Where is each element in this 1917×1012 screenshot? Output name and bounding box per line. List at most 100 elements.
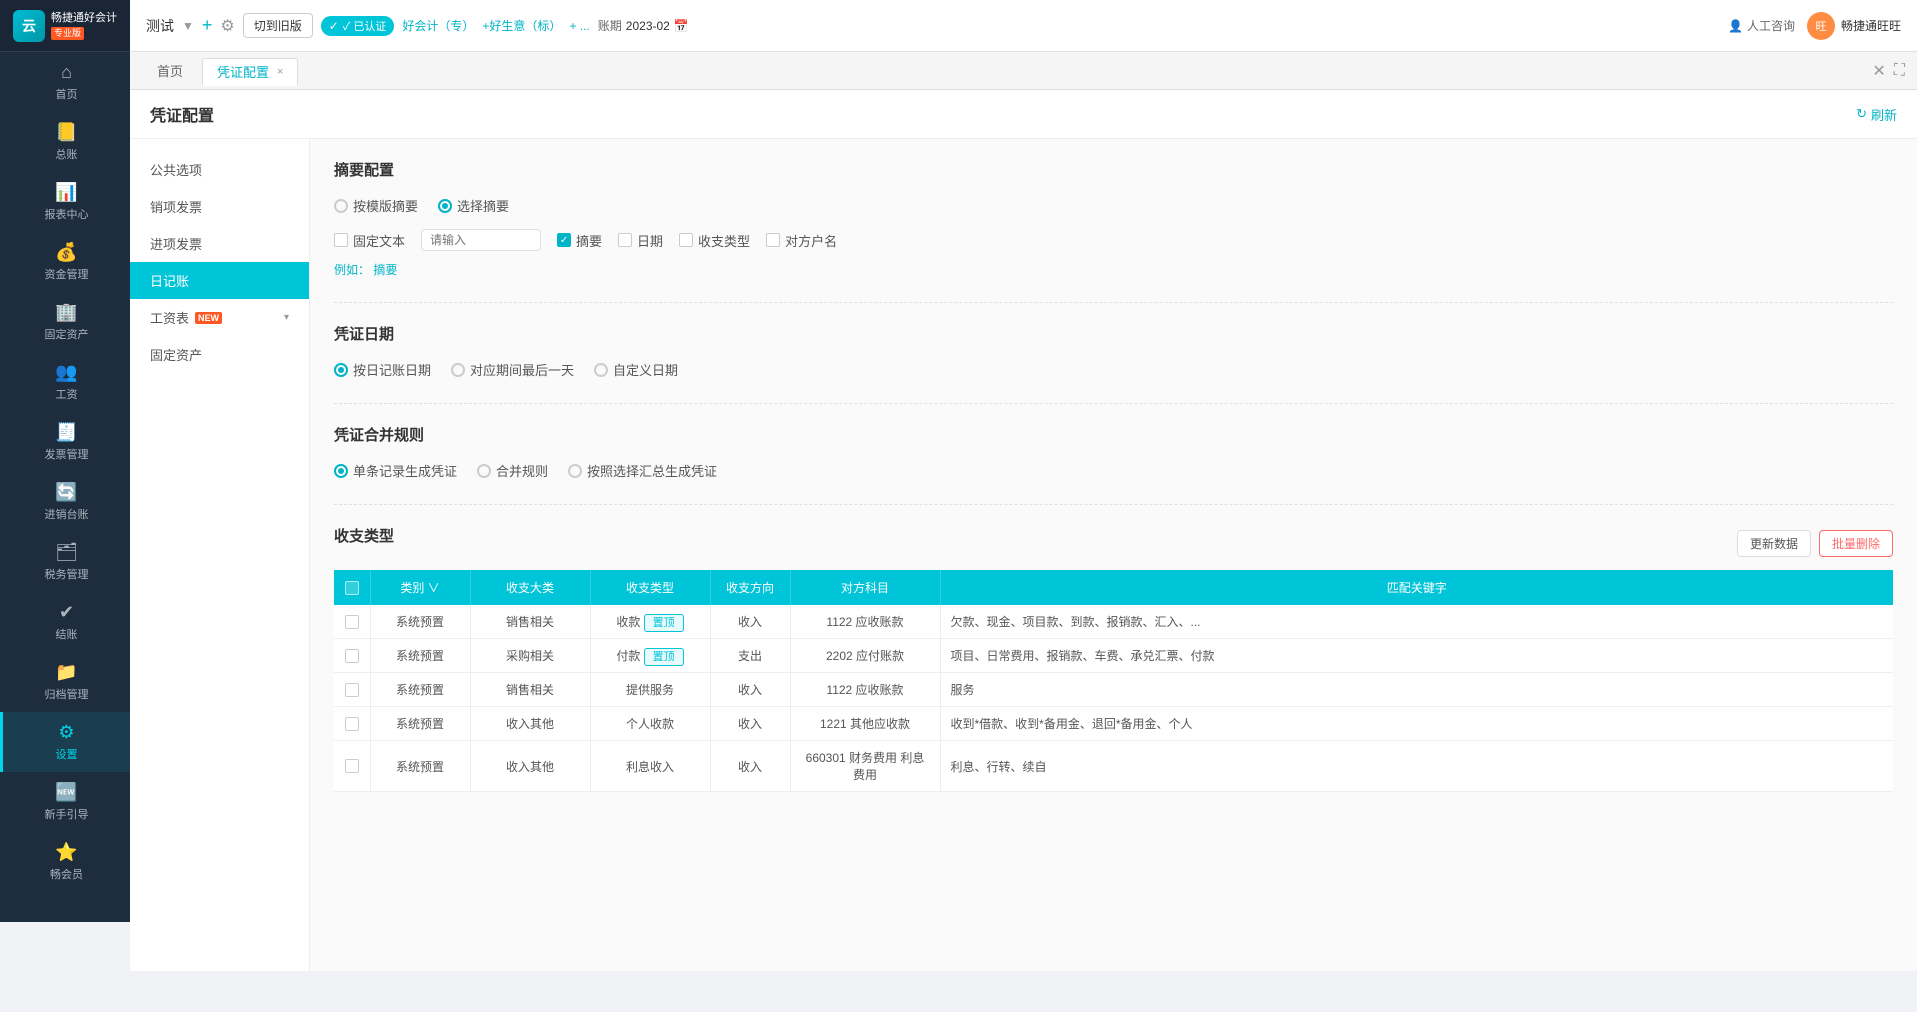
dropdown-arrow-icon[interactable]: ▼ (182, 19, 194, 33)
batch-delete-button[interactable]: 批量删除 (1819, 530, 1893, 557)
topbar-left: 测试 ▼ + ⚙ 切到旧版 ✓ ✓ 已认证 好会计（专） +好生意（标） + .… (146, 13, 1728, 38)
checkbox-fixed-text[interactable]: 固定文本 (334, 231, 405, 250)
sidebar-item-settlement[interactable]: ✔ 结账 (0, 592, 130, 652)
check-icon: ✓ (329, 19, 339, 33)
radio-period-last[interactable]: 对应期间最后一天 (451, 360, 574, 379)
sidebar-item-salary[interactable]: 👥 工资 (0, 352, 130, 412)
tab-voucher-config[interactable]: 凭证配置 × (202, 58, 298, 86)
sidebar-item-archive[interactable]: 📁 归档管理 (0, 652, 130, 712)
checkbox-box-counterpart (766, 233, 780, 247)
user-menu[interactable]: 旺 畅捷通旺旺 (1807, 12, 1901, 40)
row-bigtype: 收入其他 (470, 707, 590, 741)
checkbox-counterpart[interactable]: 对方户名 (766, 231, 837, 250)
reset-tag[interactable]: 置顶 (644, 614, 684, 632)
refresh-button[interactable]: ↻ 刷新 (1856, 105, 1897, 124)
checkbox-income-type[interactable]: 收支类型 (679, 231, 750, 250)
radio-merge-rule[interactable]: 合并规则 (477, 461, 548, 480)
right-content: 摘要配置 按模版摘要 选择摘要 (310, 139, 1917, 971)
sidebar-item-settings[interactable]: ⚙ 设置 (0, 712, 130, 772)
row-checkbox[interactable] (334, 707, 370, 741)
row-checkbox[interactable] (334, 741, 370, 792)
radio-select-summary-merge[interactable]: 按照选择汇总生成凭证 (568, 461, 717, 480)
th-account: 对方科目 (790, 570, 940, 605)
chevron-down-icon: ▾ (284, 312, 289, 323)
sidebar-item-assets[interactable]: 🏢 固定资产 (0, 292, 130, 352)
sidebar-item-purchase-sales[interactable]: 🔄 进销台账 (0, 472, 130, 532)
sidebar-item-reports[interactable]: 📊 报表中心 (0, 172, 130, 232)
radio-single-record[interactable]: 单条记录生成凭证 (334, 461, 457, 480)
table-header: 类别 ∨ 收支大类 收支类型 收支方向 (334, 570, 1893, 605)
sidebar-item-guide[interactable]: 🆕 新手引导 (0, 772, 130, 832)
merge-radio-group: 单条记录生成凭证 合并规则 按照选择汇总生成凭证 (334, 461, 1893, 480)
radio-select-summary[interactable]: 选择摘要 (438, 196, 509, 215)
update-data-button[interactable]: 更新数据 (1737, 530, 1811, 557)
switch-version-button[interactable]: 切到旧版 (243, 13, 313, 38)
tab-area-actions: ✕ ⛶ (1872, 61, 1905, 81)
radio-diary-date[interactable]: 按日记账日期 (334, 360, 431, 379)
radio-template-summary[interactable]: 按模版摘要 (334, 196, 418, 215)
income-table: 类别 ∨ 收支大类 收支类型 收支方向 (334, 570, 1893, 792)
nav-item-fixed-assets[interactable]: 固定资产 (130, 336, 309, 373)
radio-circle-period-last (451, 363, 465, 377)
accounting-period: 账期 2023-02 📅 (598, 17, 689, 34)
tab-close-icon[interactable]: × (277, 66, 283, 78)
sidebar-item-home[interactable]: ⌂ 首页 (0, 52, 130, 112)
row-checkbox[interactable] (334, 639, 370, 673)
row-keyword: 收到*借款、收到*备用金、退回*备用金、个人 (940, 707, 1893, 741)
settings-topbar-icon[interactable]: ⚙ (220, 16, 234, 36)
page-header: 凭证配置 ↻ 刷新 (130, 90, 1917, 139)
checkbox-cell[interactable] (345, 683, 359, 697)
fixed-text-input[interactable] (421, 229, 541, 251)
salary-icon: 👥 (55, 362, 77, 383)
summary-section: 摘要配置 按模版摘要 选择摘要 (334, 159, 1893, 278)
select-all-checkbox[interactable] (345, 581, 359, 595)
checkbox-cell[interactable] (345, 717, 359, 731)
tab-area: 首页 凭证配置 × ✕ ⛶ (130, 52, 1917, 90)
checkbox-box-summary: ✓ (557, 233, 571, 247)
sidebar-item-tax[interactable]: 🗂 税务管理 (0, 532, 130, 592)
checkbox-cell[interactable] (345, 759, 359, 773)
sidebar-item-member[interactable]: ⭐ 畅会员 (0, 832, 130, 892)
customer-service-button[interactable]: 👤 人工咨询 (1728, 17, 1795, 34)
good-business-label: +好生意（标） (482, 17, 561, 34)
checkbox-summary[interactable]: ✓ 摘要 (557, 231, 602, 250)
row-checkbox[interactable] (334, 673, 370, 707)
tab-home[interactable]: 首页 (142, 57, 198, 85)
sidebar-item-ledger[interactable]: 📒 总账 (0, 112, 130, 172)
income-section: 收支类型 更新数据 批量删除 类别 ∨ (334, 525, 1893, 792)
th-checkbox[interactable] (334, 570, 370, 605)
main-content: 凭证配置 ↻ 刷新 公共选项 销项发票 进项发票 日记账 工资表 NEW ▾ (130, 90, 1917, 971)
left-nav: 公共选项 销项发票 进项发票 日记账 工资表 NEW ▾ 固定资产 (130, 139, 310, 971)
checkbox-cell[interactable] (345, 615, 359, 629)
row-checkbox[interactable] (334, 605, 370, 639)
archive-icon: 📁 (55, 662, 77, 683)
sidebar-item-funds[interactable]: 💰 资金管理 (0, 232, 130, 292)
calendar-icon[interactable]: 📅 (674, 19, 689, 33)
radio-custom-date[interactable]: 自定义日期 (594, 360, 678, 379)
add-company-icon[interactable]: + (202, 15, 213, 36)
sidebar-item-invoice[interactable]: 🧾 发票管理 (0, 412, 130, 472)
table-header-row: 收支类型 更新数据 批量删除 (334, 525, 1893, 562)
funds-icon: 💰 (55, 242, 77, 263)
nav-item-diary[interactable]: 日记账 (130, 262, 309, 299)
radio-circle-select (438, 199, 452, 213)
nav-item-purchase-invoice[interactable]: 进项发票 (130, 225, 309, 262)
nav-item-salary-table[interactable]: 工资表 NEW ▾ (130, 299, 309, 336)
row-type: 付款 置顶 (590, 639, 710, 673)
reset-tag[interactable]: 置顶 (644, 648, 684, 666)
checkbox-date[interactable]: 日期 (618, 231, 663, 250)
new-badge: NEW (195, 312, 222, 324)
radio-circle-merge (477, 464, 491, 478)
row-account: 1122 应收账款 (790, 605, 940, 639)
maximize-icon[interactable]: ⛶ (1894, 62, 1905, 80)
row-direction: 收入 (710, 605, 790, 639)
nav-item-public[interactable]: 公共选项 (130, 151, 309, 188)
avatar: 旺 (1807, 12, 1835, 40)
type-label: 付款 (616, 649, 640, 663)
nav-item-sales-invoice[interactable]: 销项发票 (130, 188, 309, 225)
invoice-icon: 🧾 (55, 422, 77, 443)
radio-circle-custom-date (594, 363, 608, 377)
close-window-icon[interactable]: ✕ (1872, 61, 1885, 81)
checkbox-cell[interactable] (345, 649, 359, 663)
logo: 云 畅捷通好会计 专业版 (0, 0, 130, 52)
